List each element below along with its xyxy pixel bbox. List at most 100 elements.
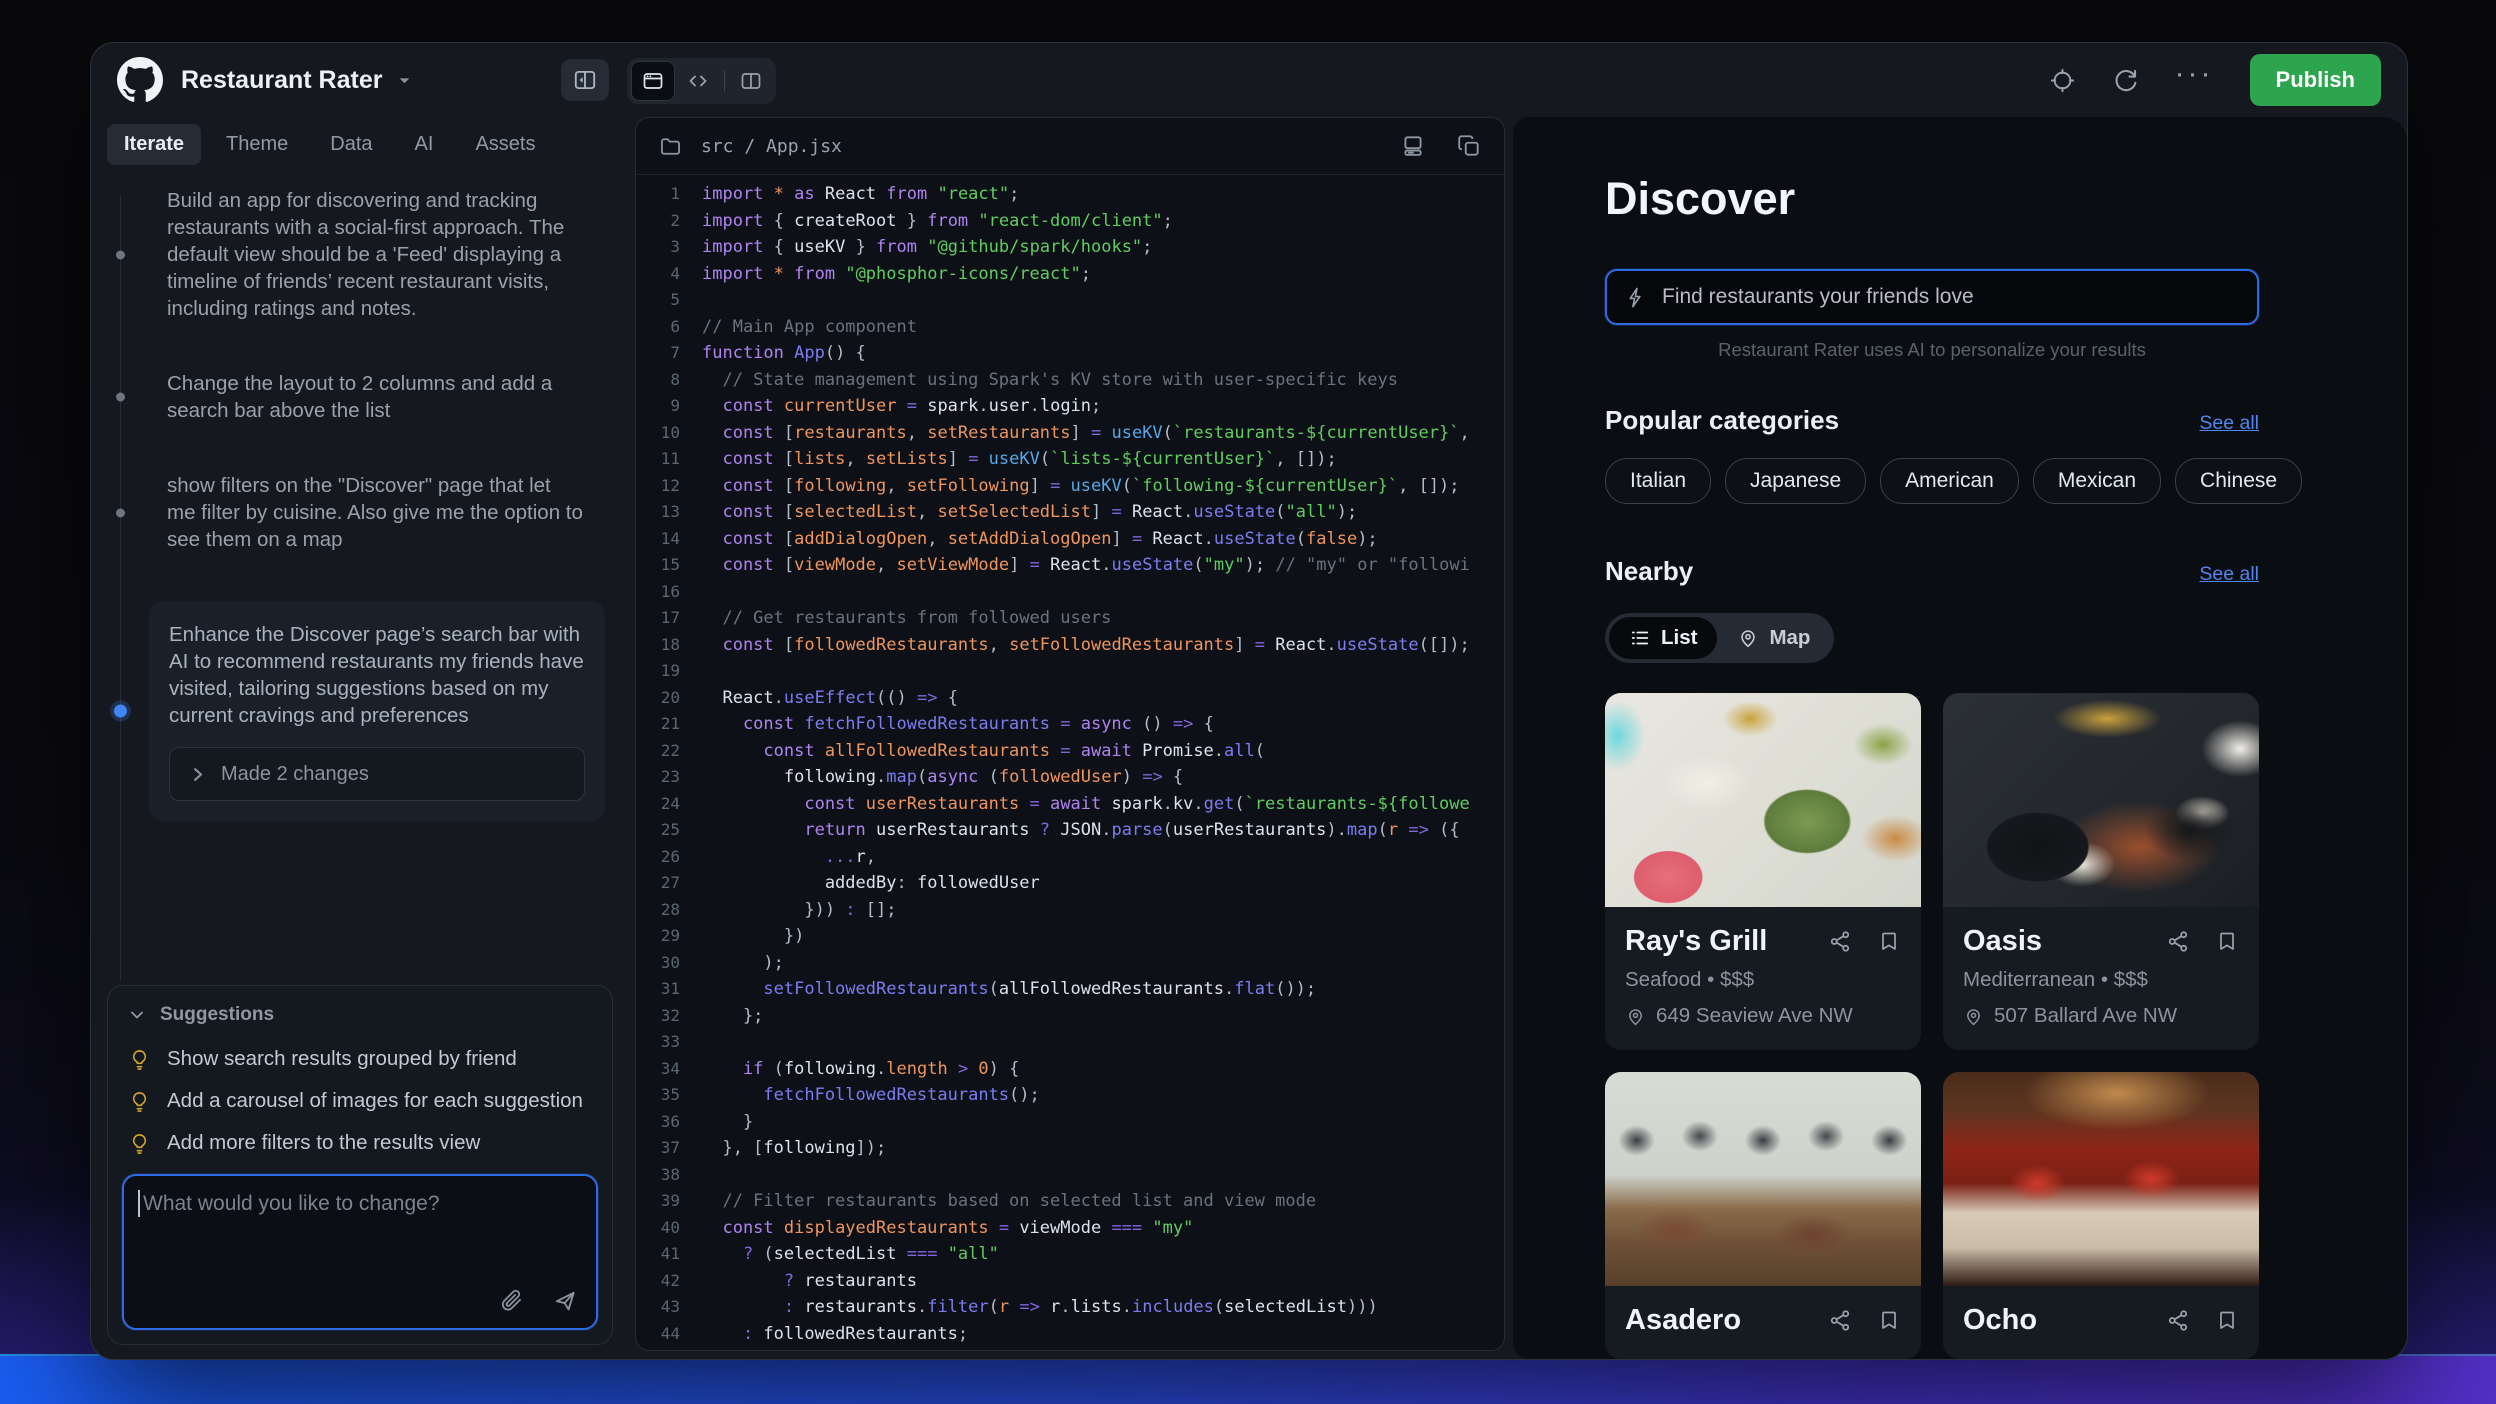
- category-chip-japanese[interactable]: Japanese: [1725, 458, 1866, 504]
- see-all-nearby-link[interactable]: See all: [2199, 563, 2259, 586]
- line-content: [702, 658, 1504, 685]
- bookmark-icon[interactable]: [2215, 929, 2239, 954]
- lightbulb-icon: [128, 1048, 151, 1071]
- code-line: 15 const [viewMode, setViewMode] = React…: [636, 552, 1504, 579]
- line-content: const userRestaurants = await spark.kv.g…: [702, 791, 1504, 818]
- line-number: 2: [636, 208, 702, 235]
- restaurant-card[interactable]: Asadero: [1605, 1072, 1921, 1359]
- restaurant-card-actions: [1828, 929, 1901, 954]
- publish-button[interactable]: Publish: [2250, 54, 2381, 106]
- tab-assets[interactable]: Assets: [458, 124, 552, 165]
- code-line: 26 ...r,: [636, 844, 1504, 871]
- line-content: const [selectedList, setSelectedList] = …: [702, 499, 1504, 526]
- share-icon[interactable]: [2166, 1308, 2191, 1333]
- line-number: 24: [636, 791, 702, 818]
- history-item[interactable]: Change the layout to 2 columns and add a…: [107, 370, 611, 424]
- share-icon[interactable]: [1828, 929, 1853, 954]
- line-content: const displayedRestaurants = viewMode ==…: [702, 1215, 1504, 1242]
- bookmark-icon[interactable]: [2215, 1308, 2239, 1333]
- see-all-popular-link[interactable]: See all: [2199, 412, 2259, 435]
- share-icon[interactable]: [1828, 1308, 1853, 1333]
- tab-iterate[interactable]: Iterate: [107, 124, 201, 165]
- restaurant-photo: [1943, 693, 2259, 907]
- suggestions-header[interactable]: Suggestions: [122, 1002, 598, 1038]
- restaurant-card-body: Asadero: [1605, 1286, 1921, 1359]
- attach-file-icon[interactable]: [499, 1288, 524, 1314]
- line-content: import { createRoot } from "react-dom/cl…: [702, 208, 1504, 235]
- line-number: 42: [636, 1268, 702, 1295]
- code-line: 4import * from "@phosphor-icons/react";: [636, 261, 1504, 288]
- code-line: 27 addedBy: followedUser: [636, 870, 1504, 897]
- suggestion-item[interactable]: Add a carousel of images for each sugges…: [122, 1080, 598, 1122]
- tab-data[interactable]: Data: [313, 124, 389, 165]
- preview-mode-button[interactable]: [631, 61, 675, 101]
- code-line: 37 }, [following]);: [636, 1135, 1504, 1162]
- history-item[interactable]: Build an app for discovering and trackin…: [107, 187, 611, 322]
- line-content: }: [702, 1109, 1504, 1136]
- code-line: 31 setFollowedRestaurants(allFollowedRes…: [636, 976, 1504, 1003]
- category-chip-chinese[interactable]: Chinese: [2175, 458, 2302, 504]
- line-content: const fetchFollowedRestaurants = async (…: [702, 711, 1504, 738]
- restaurant-card[interactable]: Ray's GrillSeafood • $$$649 Seaview Ave …: [1605, 693, 1921, 1050]
- split-mode-button[interactable]: [730, 62, 772, 100]
- target-button[interactable]: [2049, 67, 2076, 94]
- search-input[interactable]: Find restaurants your friends love: [1605, 269, 2259, 325]
- line-number: 5: [636, 287, 702, 314]
- code-line: 5: [636, 287, 1504, 314]
- code-line: 32 };: [636, 1003, 1504, 1030]
- restaurant-address: 649 Seaview Ave NW: [1625, 1004, 1901, 1028]
- prompt-input[interactable]: What would you like to change?: [122, 1174, 598, 1330]
- restaurant-card[interactable]: OasisMediterranean • $$$507 Ballard Ave …: [1943, 693, 2259, 1050]
- share-icon[interactable]: [2166, 929, 2191, 954]
- github-logo-icon: [117, 57, 163, 103]
- code-line: 36 }: [636, 1109, 1504, 1136]
- sidebar-tabs: IterateThemeDataAIAssets: [107, 121, 619, 167]
- category-chip-italian[interactable]: Italian: [1605, 458, 1711, 504]
- code-mode-button[interactable]: [677, 62, 719, 100]
- code-line: 40 const displayedRestaurants = viewMode…: [636, 1215, 1504, 1242]
- line-number: 18: [636, 632, 702, 659]
- line-content: const [viewMode, setViewMode] = React.us…: [702, 552, 1504, 579]
- code-line: 12 const [following, setFollowing] = use…: [636, 473, 1504, 500]
- restaurant-photo: [1605, 1072, 1921, 1286]
- line-content: import { useKV } from "@github/spark/hoo…: [702, 234, 1504, 261]
- restaurant-name: Ocho: [1963, 1304, 2166, 1337]
- suggestion-item[interactable]: Show search results grouped by friend: [122, 1038, 598, 1080]
- line-number: 13: [636, 499, 702, 526]
- suggestion-item[interactable]: Add more filters to the results view: [122, 1122, 598, 1164]
- history-item[interactable]: Enhance the Discover page’s search bar w…: [149, 601, 605, 821]
- category-chip-mexican[interactable]: Mexican: [2033, 458, 2161, 504]
- restaurant-card[interactable]: Ocho: [1943, 1072, 2259, 1359]
- more-options-button[interactable]: ···: [2175, 69, 2214, 91]
- made-changes-button[interactable]: Made 2 changes: [169, 747, 585, 801]
- code-line: 30 );: [636, 950, 1504, 977]
- copy-code-icon[interactable]: [1456, 133, 1482, 159]
- chevron-right-icon: [188, 765, 207, 784]
- bookmark-icon[interactable]: [1877, 929, 1901, 954]
- history-text: Change the layout to 2 columns and add a…: [167, 370, 583, 424]
- code-lines[interactable]: 1import * as React from "react";2import …: [636, 175, 1504, 1350]
- file-breadcrumb[interactable]: src / App.jsx: [701, 136, 842, 157]
- line-content: const [lists, setLists] = useKV(`lists-$…: [702, 446, 1504, 473]
- code-line: 23 following.map(async (followedUser) =>…: [636, 764, 1504, 791]
- collapse-sidebar-button[interactable]: [561, 59, 609, 101]
- refresh-button[interactable]: [2112, 67, 2139, 94]
- code-line: 44 : followedRestaurants;: [636, 1321, 1504, 1348]
- history-item[interactable]: show filters on the "Discover" page that…: [107, 472, 611, 553]
- nearby-heading: Nearby: [1605, 556, 1693, 587]
- line-content: );: [702, 950, 1504, 977]
- send-icon[interactable]: [552, 1288, 578, 1314]
- tab-theme[interactable]: Theme: [209, 124, 305, 165]
- restaurant-address: 507 Ballard Ave NW: [1963, 1004, 2239, 1028]
- line-content: // Main App component: [702, 314, 1504, 341]
- map-view-button[interactable]: Map: [1717, 617, 1830, 659]
- line-content: setFollowedRestaurants(allFollowedRestau…: [702, 976, 1504, 1003]
- tab-ai[interactable]: AI: [398, 124, 451, 165]
- bookmark-icon[interactable]: [1877, 1308, 1901, 1333]
- list-view-button[interactable]: List: [1609, 617, 1717, 659]
- category-chip-american[interactable]: American: [1880, 458, 2019, 504]
- timeline-dot-active: [114, 705, 127, 718]
- caret-down-icon[interactable]: [396, 72, 413, 89]
- page-title: Discover: [1605, 173, 2407, 225]
- device-preview-icon[interactable]: [1400, 133, 1426, 159]
